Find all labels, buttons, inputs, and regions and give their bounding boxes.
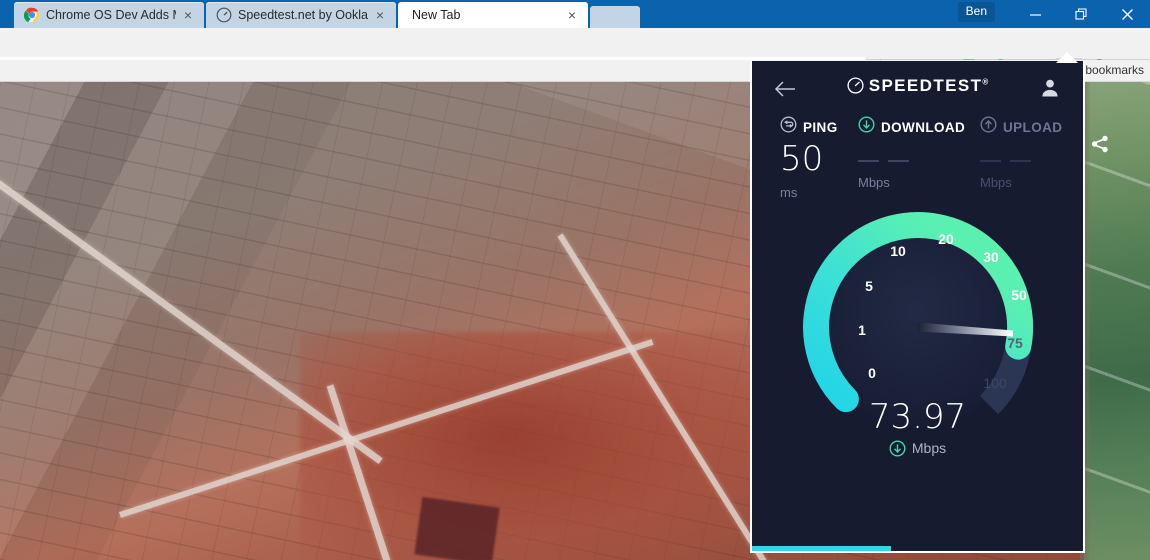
gauge-tick-1: 1	[858, 322, 866, 338]
minimize-button[interactable]	[1013, 0, 1058, 28]
speed-gauge-container: 0 1 5 10 20 30 50 75 100 73.97	[752, 202, 1083, 457]
brand-text: SPEEDTEST	[869, 76, 983, 95]
restore-button[interactable]	[1059, 0, 1104, 28]
brand-registered-mark: ®	[982, 77, 988, 86]
close-window-button[interactable]	[1105, 0, 1150, 28]
share-button[interactable]	[1089, 133, 1111, 160]
speedtest-popup: SPEEDTEST®	[750, 61, 1085, 553]
ping-label: PING	[803, 120, 838, 135]
gauge-tick-10: 10	[890, 243, 906, 259]
other-bookmarks-label[interactable]: bookmarks	[1085, 62, 1144, 79]
speedtest-brand: SPEEDTEST®	[752, 76, 1083, 99]
download-speed-value: 73.97	[752, 398, 1083, 436]
gauge-tick-20: 20	[938, 231, 954, 247]
download-unit: Mbps	[858, 175, 980, 190]
download-icon	[889, 440, 906, 460]
ping-value: 50	[780, 139, 858, 179]
download-placeholder-dashes	[858, 153, 980, 169]
metric-ping: PING 50 ms	[766, 117, 858, 200]
browser-window: Ben	[0, 0, 1150, 560]
browser-toolbar: 1	[0, 28, 1150, 60]
tab-strip: Chrome OS Dev Adds Ma × Speedtest.net by…	[0, 0, 1010, 28]
gauge-tick-0: 0	[868, 365, 876, 381]
tab-close-button[interactable]: ×	[564, 7, 580, 23]
gauge-tick-5: 5	[865, 278, 873, 294]
map-dark-pool	[414, 497, 499, 560]
speedtest-logo-icon	[847, 77, 864, 99]
metric-upload: UPLOAD Mbps	[980, 117, 1080, 190]
new-tab-button[interactable]	[590, 6, 640, 28]
test-progress-fill	[752, 546, 891, 551]
upload-icon	[980, 116, 997, 138]
speedtest-icon	[216, 7, 232, 23]
tab-new-tab[interactable]: New Tab ×	[398, 2, 588, 28]
tab-title: Speedtest.net by Ookla -	[238, 7, 368, 23]
user-account-icon[interactable]	[1039, 77, 1061, 104]
tab-title: Chrome OS Dev Adds Ma	[46, 7, 176, 23]
tab-speedtest[interactable]: Speedtest.net by Ookla - ×	[206, 2, 396, 28]
tab-close-button[interactable]: ×	[180, 7, 196, 23]
gauge-tick-50: 50	[1011, 287, 1027, 303]
ping-icon	[780, 116, 797, 138]
tab-close-button[interactable]: ×	[372, 7, 388, 23]
upload-unit: Mbps	[980, 175, 1080, 190]
gauge-tick-30: 30	[983, 249, 999, 265]
download-unit-label: Mbps	[912, 440, 946, 456]
gauge-tick-75: 75	[1007, 335, 1023, 351]
download-speed-unit-row: Mbps	[752, 440, 1083, 460]
test-progress-bar	[752, 546, 1083, 551]
popup-pointer	[1056, 52, 1078, 63]
upload-placeholder-dashes	[980, 153, 1080, 169]
gauge-tick-100: 100	[983, 375, 1007, 391]
tab-chrome-os-dev[interactable]: Chrome OS Dev Adds Ma ×	[14, 2, 204, 28]
metrics-row: PING 50 ms DOWNLOAD Mb	[752, 117, 1083, 202]
download-icon	[858, 116, 875, 138]
metric-download: DOWNLOAD Mbps	[858, 117, 980, 190]
popup-header: SPEEDTEST®	[752, 61, 1083, 117]
upload-label: UPLOAD	[1003, 120, 1062, 135]
chrome-logo-icon	[24, 7, 40, 23]
download-label: DOWNLOAD	[881, 120, 965, 135]
tab-title: New Tab	[412, 7, 560, 23]
